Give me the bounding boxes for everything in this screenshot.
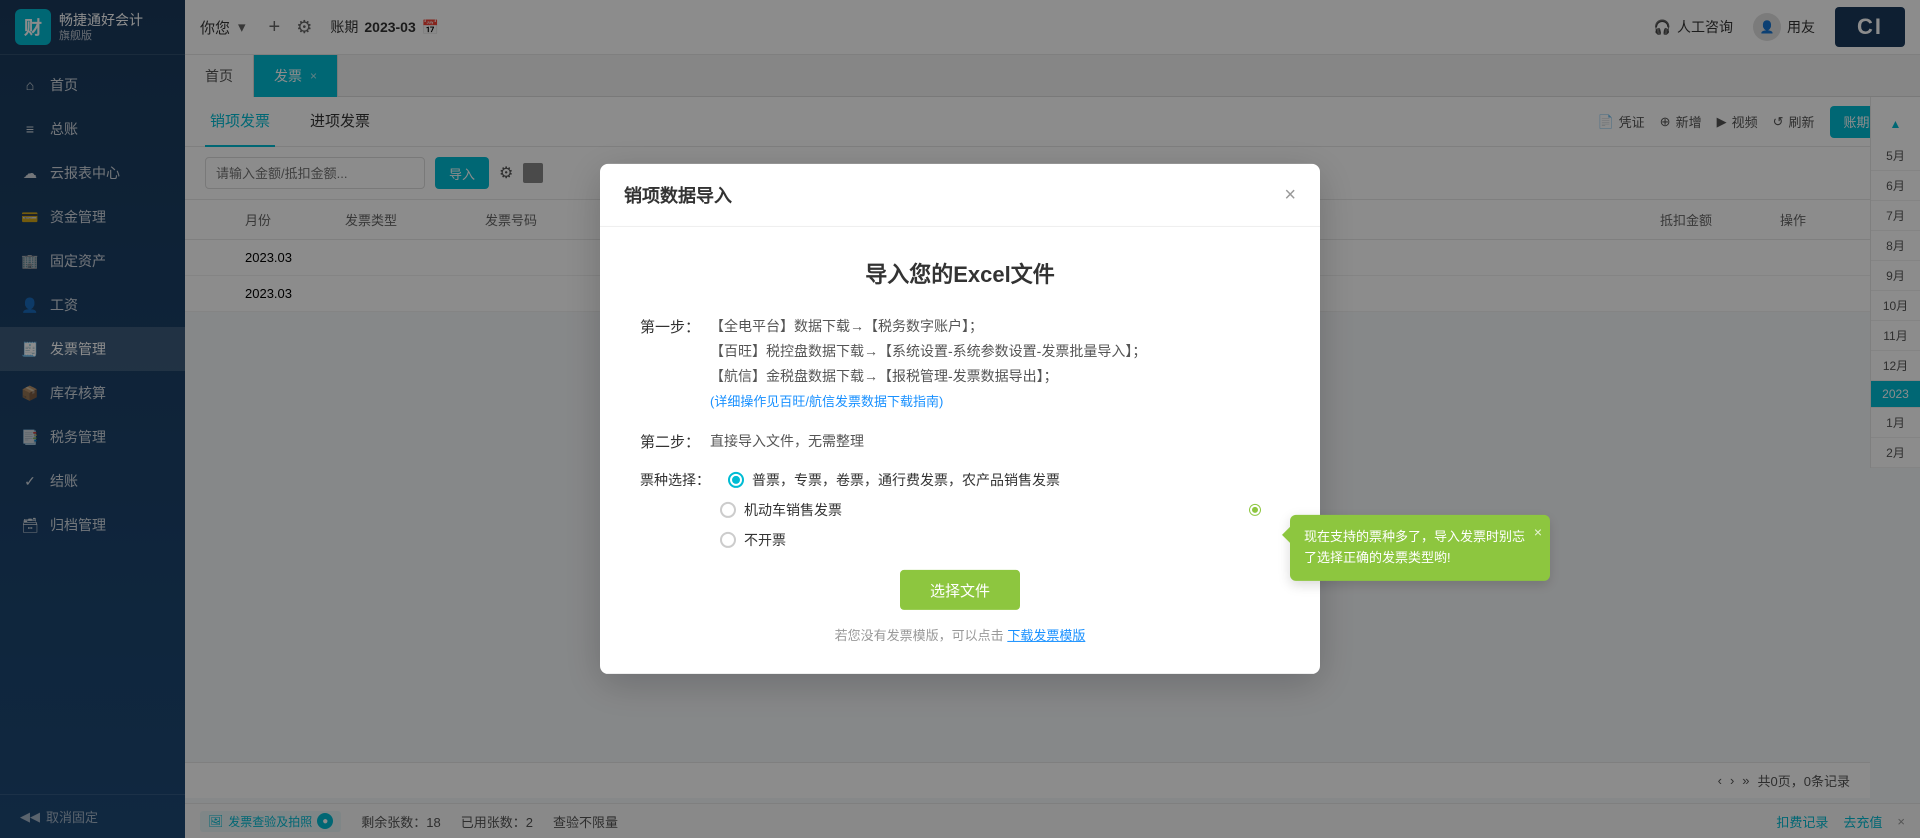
tooltip-dot	[1250, 505, 1260, 515]
ticket-row-common: 票种选择： 普票，专票，卷票，通行费发票，农产品销售发票	[640, 470, 1280, 490]
radio-common[interactable]	[728, 472, 744, 488]
ticket-row-noticket: 不开票	[720, 530, 1280, 550]
step1-label: 第一步：	[640, 314, 710, 413]
select-file-button[interactable]: 选择文件	[900, 570, 1020, 610]
radio-motor[interactable]	[720, 502, 736, 518]
radio-motor-label: 机动车销售发票	[744, 500, 842, 520]
radio-common-label: 普票，专票，卷票，通行费发票，农产品销售发票	[752, 470, 1060, 490]
step2-row: 第二步： 直接导入文件，无需整理	[640, 429, 1280, 454]
step2-content: 直接导入文件，无需整理	[710, 429, 1280, 454]
ticket-label: 票种选择：	[640, 470, 720, 490]
guide-link[interactable]: (详细操作见百旺/航信发票数据下载指南)	[710, 393, 943, 408]
modal-close-button[interactable]: ×	[1284, 185, 1296, 205]
tooltip-bubble: × 现在支持的票种多了，导入发票时别忘了选择正确的发票类型哟!	[1290, 515, 1550, 581]
modal-header: 销项数据导入 ×	[600, 164, 1320, 227]
radio-noticket-label: 不开票	[744, 530, 786, 550]
step1-content: 【全电平台】数据下载→【税务数字账户】； 【百旺】税控盘数据下载→【系统设置-系…	[710, 314, 1280, 413]
modal-title: 销项数据导入	[624, 182, 732, 208]
download-template-link[interactable]: 下载发票模版	[1007, 628, 1085, 643]
download-hint: 若您没有发票模版，可以点击 下载发票模版	[640, 625, 1280, 644]
modal-main-title: 导入您的Excel文件	[640, 257, 1280, 289]
modal-body: 导入您的Excel文件 第一步： 【全电平台】数据下载→【税务数字账户】； 【百…	[600, 227, 1320, 674]
ticket-select: 票种选择： 普票，专票，卷票，通行费发票，农产品销售发票 机动车销售发票 × 现…	[640, 470, 1280, 550]
step1-row: 第一步： 【全电平台】数据下载→【税务数字账户】； 【百旺】税控盘数据下载→【系…	[640, 314, 1280, 413]
import-modal: 销项数据导入 × 导入您的Excel文件 第一步： 【全电平台】数据下载→【税务…	[600, 164, 1320, 674]
ticket-row-motor: 机动车销售发票 × 现在支持的票种多了，导入发票时别忘了选择正确的发票类型哟!	[720, 500, 1280, 520]
tooltip-close-btn[interactable]: ×	[1534, 521, 1542, 543]
step2-label: 第二步：	[640, 429, 710, 454]
radio-noticket[interactable]	[720, 532, 736, 548]
